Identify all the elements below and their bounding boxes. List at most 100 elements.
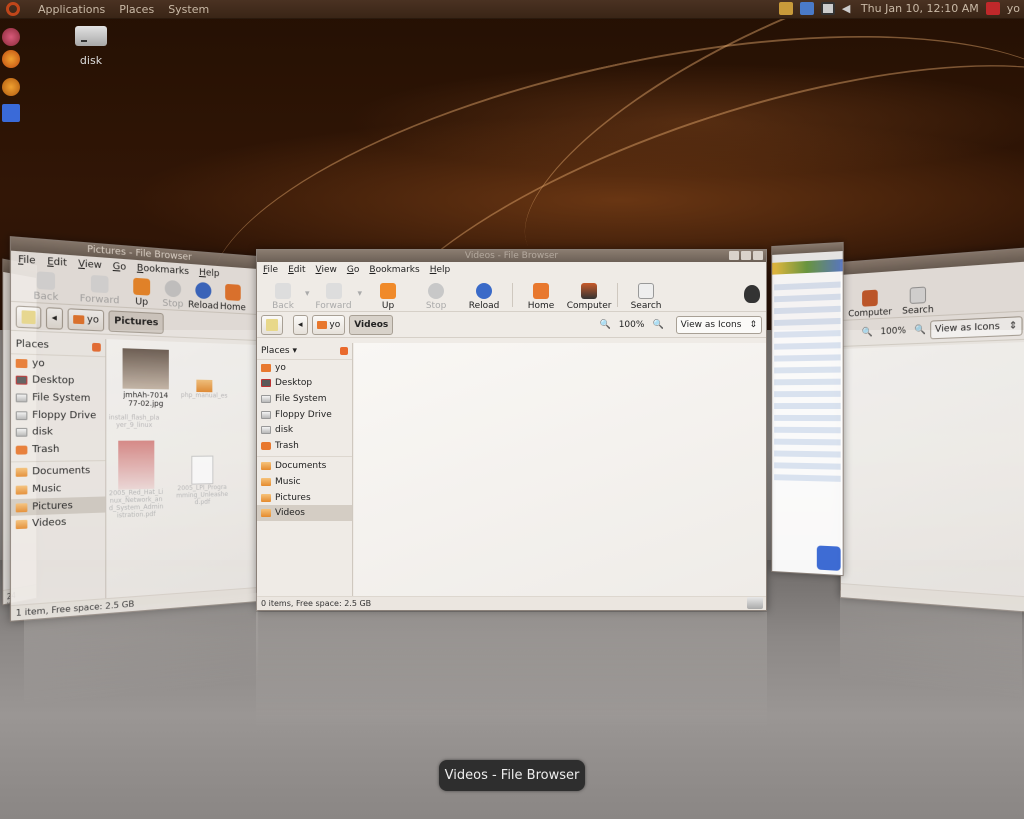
sidebar-item-documents[interactable]: Documents xyxy=(257,459,352,475)
zoom-out-icon[interactable]: 🔍 xyxy=(599,320,610,330)
computer-button[interactable]: Computer xyxy=(847,289,894,320)
back-button[interactable]: Back xyxy=(18,270,73,304)
sidebar-item-disk[interactable]: disk xyxy=(11,424,105,441)
window-pictures[interactable]: Pictures - File Browser File Edit View G… xyxy=(9,236,258,622)
menu-applications[interactable]: Applications xyxy=(38,3,105,16)
reload-button[interactable]: Reload xyxy=(188,281,219,312)
window-tree-app[interactable] xyxy=(771,241,844,577)
sidebar-item-music[interactable]: Music xyxy=(257,474,352,490)
sidebar-item-yo[interactable]: yo xyxy=(257,360,352,376)
forward-history-chevron-icon[interactable]: ▾ xyxy=(358,289,363,299)
file-item[interactable]: 2005_Red_Hat_Linux_Network_and_System_Ad… xyxy=(108,440,163,520)
file-item[interactable]: jmhAh-701477-02.jpg xyxy=(121,348,169,408)
sidebar-item-floppy-drive[interactable]: Floppy Drive xyxy=(257,407,352,423)
sidebar-item-desktop[interactable]: Desktop xyxy=(11,372,105,391)
zoom-level[interactable]: 100% xyxy=(619,320,645,330)
zoom-out-icon[interactable]: 🔍 xyxy=(862,327,873,338)
home-button[interactable]: Home xyxy=(218,283,247,313)
menu-go[interactable]: Go xyxy=(347,265,360,275)
menu-view[interactable]: View xyxy=(78,259,102,271)
view-mode-select[interactable]: View as Icons ⇕ xyxy=(675,315,762,334)
sidebar-item-documents[interactable]: Documents xyxy=(11,463,105,482)
close-button[interactable] xyxy=(753,251,763,260)
sidebar-item-yo[interactable]: yo xyxy=(11,354,105,374)
forward-button[interactable]: Forward xyxy=(312,283,356,311)
network-tools-icon[interactable] xyxy=(2,104,20,122)
toggle-location-button[interactable] xyxy=(15,304,42,329)
window-title[interactable]: Videos - File Browser xyxy=(257,250,766,262)
user-name[interactable]: yo xyxy=(1007,2,1020,15)
window-right[interactable]: Computer Search 🔍 100% 🔍 View as Icons ⇕ xyxy=(840,247,1024,613)
places-dropdown[interactable]: Places xyxy=(16,339,49,351)
close-sidebar-icon[interactable] xyxy=(340,347,348,355)
computer-button[interactable]: Computer xyxy=(565,283,613,311)
menu-places[interactable]: Places xyxy=(119,3,154,16)
sidebar-item-desktop[interactable]: Desktop xyxy=(257,376,352,392)
menu-system[interactable]: System xyxy=(168,3,209,16)
close-sidebar-icon[interactable] xyxy=(92,342,101,352)
zoom-level[interactable]: 100% xyxy=(880,325,906,336)
home-button[interactable]: Home xyxy=(517,283,565,311)
zoom-in-icon[interactable]: 🔍 xyxy=(914,324,925,335)
power-icon[interactable] xyxy=(985,2,1000,15)
view-mode-select[interactable]: View as Icons ⇕ xyxy=(929,315,1023,339)
up-button[interactable]: Up xyxy=(126,277,158,308)
menu-file[interactable]: File xyxy=(18,255,36,267)
menu-bookmarks[interactable]: Bookmarks xyxy=(369,265,419,275)
help-icon[interactable] xyxy=(2,28,20,46)
volume-icon[interactable]: ◀ xyxy=(842,2,854,15)
path-yo-button[interactable]: yo xyxy=(311,314,346,335)
search-button[interactable]: Search xyxy=(622,283,670,311)
search-button[interactable]: Search xyxy=(894,285,943,317)
path-pictures-button[interactable]: Pictures xyxy=(108,309,164,334)
menu-file[interactable]: File xyxy=(263,265,278,275)
sidebar-item-trash[interactable]: Trash xyxy=(257,438,352,454)
sidebar-item-trash[interactable]: Trash xyxy=(11,441,105,459)
menu-edit[interactable]: Edit xyxy=(288,265,305,275)
places-dropdown[interactable]: Places ▾ xyxy=(261,346,297,356)
forward-button[interactable]: Forward xyxy=(73,274,126,307)
file-view[interactable] xyxy=(840,341,1024,597)
sidebar-item-floppy[interactable]: Floppy Drive xyxy=(11,406,105,424)
path-left-button[interactable]: ◂ xyxy=(45,306,63,330)
menu-help[interactable]: Help xyxy=(199,268,219,280)
sidebar-item-pictures[interactable]: Pictures xyxy=(257,490,352,506)
menu-bookmarks[interactable]: Bookmarks xyxy=(137,263,189,277)
path-yo-button[interactable]: yo xyxy=(67,307,105,331)
minimize-button[interactable] xyxy=(729,251,739,260)
file-item[interactable]: php_manual_es xyxy=(180,379,228,400)
sidebar-item-disk[interactable]: disk xyxy=(257,422,352,438)
network-monitor-icon[interactable] xyxy=(799,2,814,15)
maximize-button[interactable] xyxy=(741,251,751,260)
path-left-button[interactable]: ◂ xyxy=(293,314,308,335)
stop-button[interactable]: Stop xyxy=(157,279,188,310)
evolution-icon[interactable] xyxy=(2,78,20,96)
menu-edit[interactable]: Edit xyxy=(47,257,67,269)
sidebar-item-file-system[interactable]: File System xyxy=(257,391,352,407)
sidebar-item-videos[interactable]: Videos xyxy=(257,505,352,521)
sidebar-item-videos[interactable]: Videos xyxy=(11,513,105,534)
tree-view[interactable] xyxy=(774,275,841,488)
file-view[interactable] xyxy=(354,343,766,596)
display-icon[interactable] xyxy=(820,2,835,15)
path-videos-button[interactable]: Videos xyxy=(349,314,394,335)
desktop-icon-disk[interactable]: disk xyxy=(72,26,110,67)
zoom-in-icon[interactable]: 🔍 xyxy=(652,320,663,330)
stop-button[interactable]: Stop xyxy=(412,283,460,311)
toggle-location-button[interactable] xyxy=(261,314,283,335)
back-history-chevron-icon[interactable]: ▾ xyxy=(305,289,310,299)
file-view[interactable]: jmhAh-701477-02.jpg install_flash_player… xyxy=(106,339,258,599)
network-key-icon[interactable] xyxy=(778,2,793,15)
ubuntu-logo-icon[interactable] xyxy=(6,2,20,16)
up-button[interactable]: Up xyxy=(364,283,412,311)
menu-view[interactable]: View xyxy=(316,265,337,275)
clock[interactable]: Thu Jan 10, 12:10 AM xyxy=(861,2,979,15)
file-item[interactable]: 2005_LPI_Programming_Unleashed.pdf xyxy=(176,455,228,506)
file-item[interactable]: install_flash_player_9_linux xyxy=(108,414,160,429)
sidebar-item-file-system[interactable]: File System xyxy=(11,389,105,407)
menu-go[interactable]: Go xyxy=(113,261,126,273)
window-videos[interactable]: Videos - File Browser File Edit View Go … xyxy=(256,249,767,611)
firefox-icon[interactable] xyxy=(2,50,20,68)
menu-help[interactable]: Help xyxy=(430,265,451,275)
reload-button[interactable]: Reload xyxy=(460,283,508,311)
